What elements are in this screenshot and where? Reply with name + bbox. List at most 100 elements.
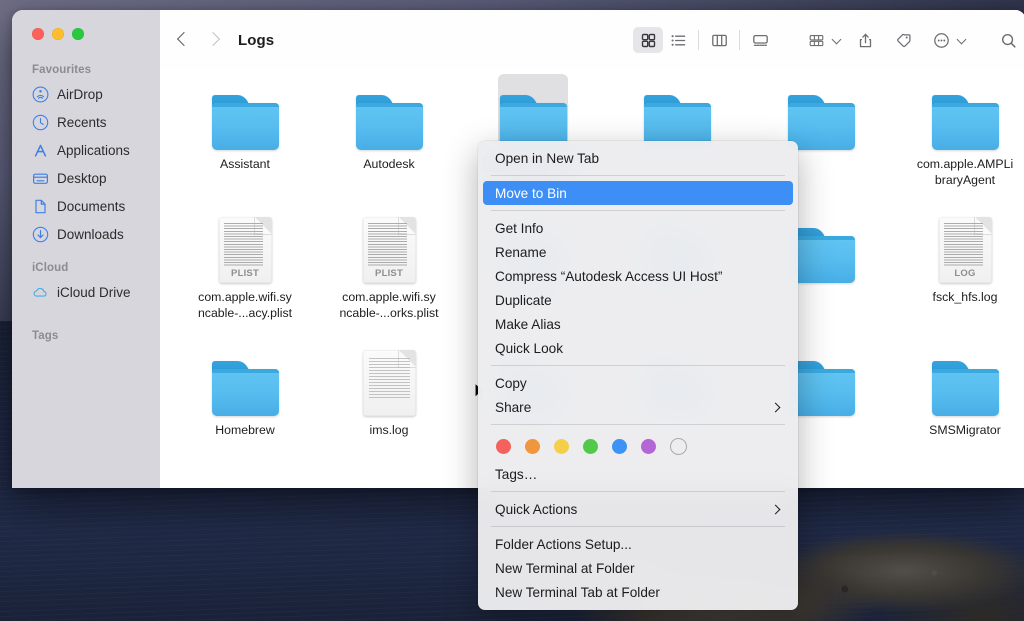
- context-menu: Open in New Tab Move to Bin Get Info Rename…: [478, 141, 798, 610]
- log-file-icon: LOG: [939, 217, 992, 283]
- menu-item-label: Share: [495, 400, 531, 415]
- menu-item[interactable]: Open in New Tab: [483, 146, 793, 170]
- tag-color-none[interactable]: [670, 438, 687, 455]
- menu-item[interactable]: Rename: [483, 240, 793, 264]
- close-button[interactable]: [32, 28, 44, 40]
- menu-separator: [491, 491, 785, 492]
- maximize-button[interactable]: [72, 28, 84, 40]
- menu-item-label: Copy: [495, 376, 527, 391]
- toolbar: Logs: [160, 10, 1024, 70]
- gallery-view-button[interactable]: [745, 27, 775, 53]
- menu-separator: [491, 210, 785, 211]
- tag-color-dot[interactable]: [612, 439, 627, 454]
- menu-item-label: Tags…: [495, 467, 537, 482]
- folder-icon: [212, 361, 279, 416]
- file-icon-wrap: [788, 78, 855, 150]
- menu-item[interactable]: Make Alias: [483, 312, 793, 336]
- menu-item[interactable]: New Terminal at Folder: [483, 556, 793, 580]
- sidebar-item-recents[interactable]: Recents: [12, 108, 160, 136]
- list-view-button[interactable]: [663, 27, 693, 53]
- menu-item[interactable]: New Terminal Tab at Folder: [483, 580, 793, 604]
- file-grid-item[interactable]: LOGfsck_hfs.log: [904, 211, 1024, 344]
- column-view-button[interactable]: [704, 27, 734, 53]
- file-icon-wrap: [212, 477, 279, 488]
- file-grid-item[interactable]: com.apple.AMPLibraryAgent: [904, 78, 1024, 211]
- menu-item[interactable]: Copy: [483, 371, 793, 395]
- search-button[interactable]: [993, 27, 1023, 53]
- file-icon-wrap: [212, 344, 279, 416]
- menu-item-label: Open in New Tab: [495, 151, 599, 166]
- menu-item-label: Quick Look: [495, 341, 563, 356]
- sidebar-item-airdrop[interactable]: AirDrop: [12, 80, 160, 108]
- airdrop-icon: [32, 86, 49, 103]
- chevron-down-icon: [957, 35, 967, 45]
- file-name-label: ims.log: [367, 422, 412, 438]
- applications-icon: [32, 142, 49, 159]
- file-grid-item[interactable]: Autodesk: [328, 78, 450, 211]
- file-icon-wrap: [644, 78, 711, 150]
- sidebar-item-desktop[interactable]: Desktop: [12, 164, 160, 192]
- more-actions-button[interactable]: [926, 27, 967, 53]
- folder-icon: [356, 95, 423, 150]
- submenu-chevron-icon: [772, 505, 781, 514]
- sidebar-item-applications[interactable]: Applications: [12, 136, 160, 164]
- sidebar-item-icloud-drive[interactable]: iCloud Drive: [12, 278, 160, 306]
- file-grid-item[interactable]: PLISTcom.apple.wifi.syncable-...orks.pli…: [328, 211, 450, 344]
- file-grid-item[interactable]: PLISTcom.apple.wifi.syncable-...acy.plis…: [184, 211, 306, 344]
- tag-button[interactable]: [888, 27, 918, 53]
- file-grid-item[interactable]: ims.log: [328, 344, 450, 477]
- menu-item[interactable]: Share: [483, 395, 793, 419]
- navigation-buttons: [178, 30, 220, 50]
- menu-item[interactable]: Quick Look: [483, 336, 793, 360]
- sidebar-section-icloud-label: iCloud: [12, 262, 160, 278]
- file-grid-item[interactable]: [904, 477, 1024, 488]
- menu-item-label: Folder Actions Setup...: [495, 537, 632, 552]
- toolbar-divider: [739, 30, 740, 50]
- menu-item[interactable]: Move to Bin: [483, 181, 793, 205]
- plist-file-icon: PLIST: [219, 217, 272, 283]
- file-name-label: Assistant: [217, 156, 273, 172]
- menu-item[interactable]: Quick Actions: [483, 497, 793, 521]
- tag-color-dot[interactable]: [496, 439, 511, 454]
- group-by-button[interactable]: [801, 27, 842, 53]
- sidebar-item-label: iCloud Drive: [57, 285, 131, 300]
- file-icon-wrap: LOG: [939, 211, 992, 283]
- file-name-label: Autodesk: [360, 156, 417, 172]
- sidebar-item-downloads[interactable]: Downloads: [12, 220, 160, 248]
- sidebar-item-label: AirDrop: [57, 87, 103, 102]
- sidebar-item-documents[interactable]: Documents: [12, 192, 160, 220]
- menu-item[interactable]: Tags…: [483, 462, 793, 486]
- icon-view-button[interactable]: [633, 27, 663, 53]
- toolbar-actions: [633, 27, 1023, 53]
- menu-item-label: Move to Bin: [495, 186, 567, 201]
- file-name-label: com.apple.AMPLibraryAgent: [914, 156, 1016, 188]
- tag-color-dot[interactable]: [583, 439, 598, 454]
- folder-icon: [932, 361, 999, 416]
- tag-color-row: [478, 430, 798, 462]
- menu-item[interactable]: Get Info: [483, 216, 793, 240]
- file-icon-wrap: [356, 477, 423, 488]
- tag-color-dot[interactable]: [554, 439, 569, 454]
- file-icon-wrap: PLIST: [363, 211, 416, 283]
- menu-item[interactable]: Compress “Autodesk Access UI Host”: [483, 264, 793, 288]
- file-grid-item[interactable]: [328, 477, 450, 488]
- group-by-icon: [801, 27, 831, 53]
- forward-chevron-icon[interactable]: [208, 30, 220, 50]
- minimize-button[interactable]: [52, 28, 64, 40]
- file-grid-item[interactable]: [184, 477, 306, 488]
- menu-item[interactable]: Duplicate: [483, 288, 793, 312]
- menu-item[interactable]: Folder Actions Setup...: [483, 532, 793, 556]
- share-button[interactable]: [850, 27, 880, 53]
- file-grid-item[interactable]: SMSMigrator: [904, 344, 1024, 477]
- sidebar-section-tags-label: Tags: [12, 330, 160, 346]
- download-icon: [32, 226, 49, 243]
- menu-item-label: Duplicate: [495, 293, 552, 308]
- menu-item-label: Rename: [495, 245, 546, 260]
- file-grid-item[interactable]: Assistant: [184, 78, 306, 211]
- submenu-chevron-icon: [772, 403, 781, 412]
- back-chevron-icon[interactable]: [178, 30, 190, 50]
- tag-color-dot[interactable]: [525, 439, 540, 454]
- file-grid-item[interactable]: Homebrew: [184, 344, 306, 477]
- menu-separator: [491, 175, 785, 176]
- tag-color-dot[interactable]: [641, 439, 656, 454]
